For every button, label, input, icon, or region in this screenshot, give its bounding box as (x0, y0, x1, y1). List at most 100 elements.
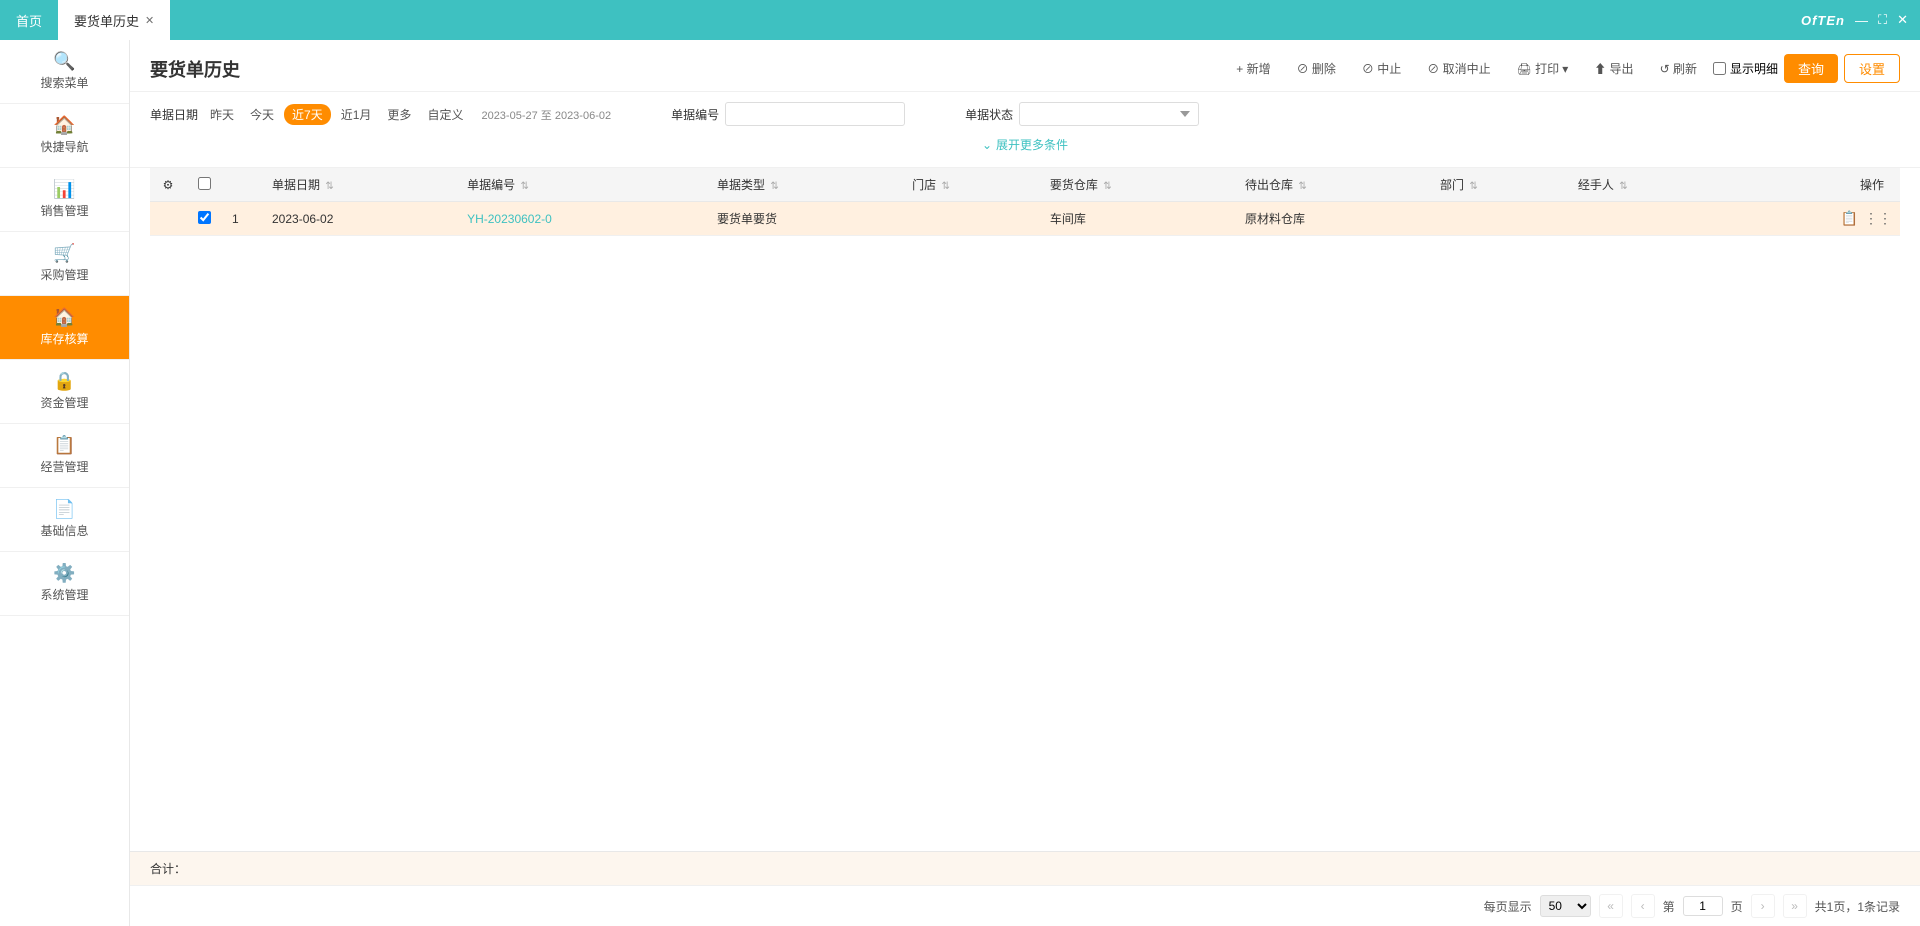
sort-icon-req-warehouse: ⇅ (1103, 181, 1111, 192)
date-range-display: 2023-05-27 至 2023-06-02 (481, 107, 611, 123)
doc-number-link[interactable]: YH-20230602-0 (467, 212, 552, 226)
settings-button[interactable]: 设置 (1844, 54, 1900, 83)
col-settings[interactable]: ⚙ (150, 168, 186, 202)
col-doc-date[interactable]: 单据日期 ⇅ (262, 168, 457, 202)
sidebar-item-label: 经营管理 (40, 458, 88, 475)
expand-more-btn[interactable]: ⌄ 展开更多条件 (150, 132, 1900, 157)
doc-number-label: 单据编号 (671, 106, 719, 123)
next-page-btn[interactable]: › (1751, 894, 1775, 918)
page-number-input[interactable] (1683, 896, 1723, 916)
sidebar-item-operations[interactable]: 📋 经营管理 (0, 424, 129, 488)
tab-home[interactable]: 首页 (0, 0, 58, 40)
filter-area: 单据日期 昨天 今天 近7天 近1月 更多 自定义 2023-05-27 至 2… (130, 92, 1920, 168)
query-btn-label: 查询 (1798, 62, 1824, 77)
settings-col-icon: ⚙ (163, 178, 174, 192)
date-btn-today[interactable]: 今天 (244, 104, 280, 125)
export-button[interactable]: ⬆ 导出 (1584, 56, 1643, 81)
window-maximize-btn[interactable]: ⛶ (1878, 12, 1887, 28)
cancel-stop-button[interactable]: ⊘ 取消中止 (1417, 56, 1500, 81)
display-detail-checkbox[interactable] (1713, 62, 1726, 75)
page-title: 要货单历史 (150, 56, 240, 82)
col-pending-warehouse[interactable]: 待出仓库 ⇅ (1235, 168, 1430, 202)
sidebar-item-label: 销售管理 (40, 202, 88, 219)
new-button[interactable]: + 新增 (1226, 56, 1280, 81)
sidebar-item-quick-nav[interactable]: 🏠 快捷导航 (0, 104, 129, 168)
finance-icon: 🔒 (53, 372, 75, 390)
window-minimize-btn[interactable]: — (1855, 13, 1868, 28)
display-detail-checkbox-group[interactable]: 显示明细 (1713, 60, 1778, 77)
date-btn-last-month[interactable]: 近1月 (335, 104, 378, 125)
top-bar: 首页 要货单历史 ✕ OfTEn — ⛶ ✕ (0, 0, 1920, 40)
sort-icon-doc-number: ⇅ (520, 181, 528, 192)
table-container: ⚙ 单据日期 ⇅ 单据编号 ⇅ (130, 168, 1920, 851)
sidebar-item-label: 资金管理 (40, 394, 88, 411)
content-area: 要货单历史 + 新增 ⊘ 删除 ⊘ 中止 ⊘ 取消中止 🖨 打印 ▾ (130, 40, 1920, 926)
row-more-icon[interactable]: ⋮⋮ (1864, 210, 1892, 227)
print-dropdown-icon: ▾ (1562, 62, 1568, 76)
window-close-btn[interactable]: ✕ (1897, 12, 1908, 28)
query-button[interactable]: 查询 (1784, 54, 1838, 83)
refresh-button[interactable]: ↺ 刷新 (1650, 56, 1707, 81)
table-row: 1 2023-06-02 YH-20230602-0 要货单要货 车间库 原材料… (150, 202, 1900, 236)
sort-icon-doc-date: ⇅ (325, 181, 333, 192)
date-btn-more[interactable]: 更多 (381, 104, 417, 125)
cell-handler (1568, 202, 1734, 236)
sort-icon-store: ⇅ (941, 181, 949, 192)
prev-page-btn[interactable]: ‹ (1631, 894, 1655, 918)
first-page-btn[interactable]: « (1599, 894, 1623, 918)
operations-icon: 📋 (53, 436, 75, 454)
sidebar-item-finance[interactable]: 🔒 资金管理 (0, 360, 129, 424)
sort-icon-handler: ⇅ (1619, 181, 1627, 192)
col-req-warehouse[interactable]: 要货仓库 ⇅ (1040, 168, 1235, 202)
sidebar-item-label: 采购管理 (40, 266, 88, 283)
doc-number-input[interactable] (725, 102, 905, 126)
col-doc-number[interactable]: 单据编号 ⇅ (457, 168, 707, 202)
toolbar: + 新增 ⊘ 删除 ⊘ 中止 ⊘ 取消中止 🖨 打印 ▾ ⬆ 导出 (1226, 54, 1900, 83)
page-prefix: 第 (1663, 898, 1675, 915)
date-btn-last7[interactable]: 近7天 (284, 104, 331, 125)
cell-doc-number: YH-20230602-0 (457, 202, 707, 236)
last-page-btn[interactable]: » (1783, 894, 1807, 918)
data-table: ⚙ 单据日期 ⇅ 单据编号 ⇅ (150, 168, 1900, 236)
print-btn-label: 🖨 打印 (1517, 60, 1560, 77)
sidebar-item-system[interactable]: ⚙️ 系统管理 (0, 552, 129, 616)
cell-store (902, 202, 1040, 236)
sort-icon-pending-warehouse: ⇅ (1298, 181, 1306, 192)
row-edit-icon[interactable]: 📋 (1841, 210, 1858, 227)
table-header-row: ⚙ 单据日期 ⇅ 单据编号 ⇅ (150, 168, 1900, 202)
system-icon: ⚙️ (53, 564, 75, 582)
page-header: 要货单历史 + 新增 ⊘ 删除 ⊘ 中止 ⊘ 取消中止 🖨 打印 ▾ (130, 40, 1920, 92)
sidebar-item-purchase[interactable]: 🛒 采购管理 (0, 232, 129, 296)
status-select[interactable] (1019, 102, 1199, 126)
quick-nav-icon: 🏠 (53, 116, 75, 134)
status-filter-group: 单据状态 (965, 102, 1199, 126)
search-menu-icon: 🔍 (53, 52, 75, 70)
col-operations: 操作 (1734, 168, 1900, 202)
stop-button[interactable]: ⊘ 中止 (1352, 56, 1411, 81)
sidebar-item-basic-info[interactable]: 📄 基础信息 (0, 488, 129, 552)
top-bar-right: OfTEn — ⛶ ✕ (1789, 12, 1920, 28)
col-handler[interactable]: 经手人 ⇅ (1568, 168, 1734, 202)
col-department[interactable]: 部门 ⇅ (1430, 168, 1568, 202)
date-btn-custom[interactable]: 自定义 (421, 104, 469, 125)
tab-close-icon[interactable]: ✕ (145, 14, 154, 27)
tab-requisition-label: 要货单历史 (74, 11, 139, 30)
filter-row: 单据日期 昨天 今天 近7天 近1月 更多 自定义 2023-05-27 至 2… (150, 102, 1900, 126)
tab-requisition-history[interactable]: 要货单历史 ✕ (58, 0, 170, 40)
sales-icon: 📊 (53, 180, 75, 198)
sidebar-item-inventory[interactable]: 🏠 库存核算 (0, 296, 129, 360)
select-all-checkbox[interactable] (198, 177, 211, 190)
date-btn-yesterday[interactable]: 昨天 (204, 104, 240, 125)
col-doc-type[interactable]: 单据类型 ⇅ (707, 168, 902, 202)
sidebar-item-search-menu[interactable]: 🔍 搜索菜单 (0, 40, 129, 104)
print-button[interactable]: 🖨 打印 ▾ (1507, 56, 1579, 81)
sidebar-item-sales[interactable]: 📊 销售管理 (0, 168, 129, 232)
date-shortcuts: 昨天 今天 近7天 近1月 更多 自定义 (204, 104, 469, 125)
delete-button[interactable]: ⊘ 删除 (1287, 56, 1346, 81)
row-checkbox[interactable] (198, 211, 211, 224)
inventory-icon: 🏠 (53, 308, 75, 326)
date-filter-label: 单据日期 (150, 106, 198, 123)
pagination-bar: 每页显示 10 20 50 100 « ‹ 第 页 › » 共1页，1条记录 (130, 885, 1920, 926)
per-page-select[interactable]: 10 20 50 100 (1540, 895, 1591, 917)
col-store[interactable]: 门店 ⇅ (902, 168, 1040, 202)
